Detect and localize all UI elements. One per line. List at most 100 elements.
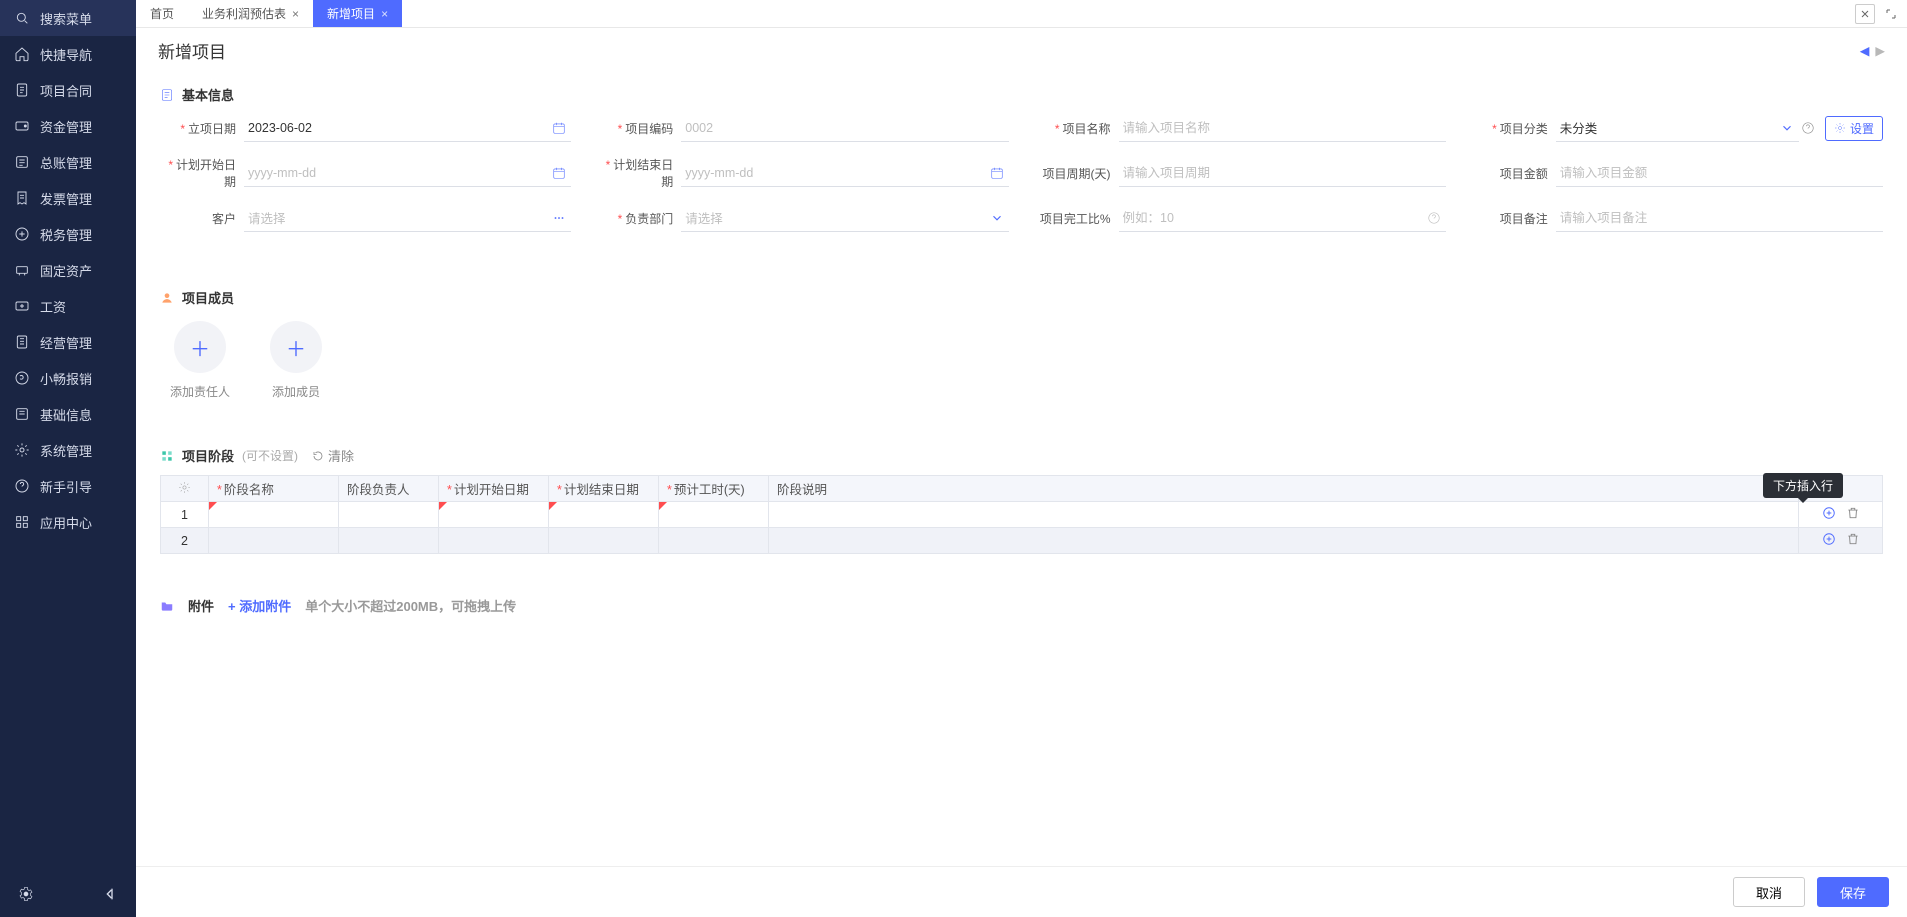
cell-stage-hours[interactable] (659, 502, 769, 528)
sidebar-item-3[interactable]: 资金管理 (0, 108, 136, 144)
label-code: 项目编码 (597, 120, 681, 137)
sidebar-item-label: 资金管理 (40, 117, 92, 136)
insert-row-icon[interactable] (1822, 532, 1836, 549)
close-icon[interactable]: × (381, 7, 388, 21)
doc-icon (14, 82, 30, 98)
add-member-label: 添加成员 (272, 383, 320, 400)
collapse-sidebar-icon[interactable] (102, 886, 118, 905)
folder-icon (160, 599, 174, 613)
input-complete[interactable] (1119, 204, 1446, 232)
settings-icon[interactable] (18, 886, 34, 905)
calendar-icon[interactable] (989, 165, 1005, 181)
sidebar-item-1[interactable]: 快捷导航 (0, 36, 136, 72)
settings-button[interactable]: 设置 (1825, 116, 1883, 141)
more-icon[interactable] (551, 210, 567, 226)
add-owner-button[interactable]: ＋ (174, 321, 226, 373)
cancel-button[interactable]: 取消 (1733, 877, 1805, 907)
cell-stage-owner[interactable] (339, 502, 439, 528)
sidebar-item-7[interactable]: 固定资产 (0, 252, 136, 288)
close-tab-icon[interactable] (1855, 4, 1875, 24)
input-cycle[interactable] (1119, 159, 1446, 187)
delete-row-icon[interactable] (1846, 506, 1860, 523)
chevron-down-icon[interactable] (989, 210, 1005, 226)
attach-hint: 单个大小不超过200MB，可拖拽上传 (305, 596, 516, 615)
cell-stage-end[interactable] (549, 502, 659, 528)
sidebar-item-6[interactable]: 税务管理 (0, 216, 136, 252)
sidebar-item-11[interactable]: 基础信息 (0, 396, 136, 432)
sidebar-item-12[interactable]: 系统管理 (0, 432, 136, 468)
sidebar-item-2[interactable]: 项目合同 (0, 72, 136, 108)
home-icon (14, 46, 30, 62)
input-amount[interactable] (1556, 159, 1883, 187)
th-stage-desc: 阶段说明 (769, 476, 1799, 502)
input-remark[interactable] (1556, 204, 1883, 232)
row-number: 1 (161, 502, 209, 528)
cell-stage-start[interactable] (439, 528, 549, 554)
prev-record-icon[interactable]: ◀ (1860, 43, 1870, 58)
apps-icon (14, 514, 30, 530)
th-stage-name: 阶段名称 (209, 476, 339, 502)
calendar-icon[interactable] (551, 165, 567, 181)
calendar-icon[interactable] (551, 120, 567, 136)
delete-row-icon[interactable] (1846, 532, 1860, 549)
sidebar-item-label: 快捷导航 (40, 45, 92, 64)
th-stage-hours: 预计工时(天) (659, 476, 769, 502)
salary-icon (14, 298, 30, 314)
label-name: 项目名称 (1035, 120, 1119, 137)
cell-stage-desc[interactable] (769, 502, 1799, 528)
table-row[interactable]: 1 (161, 502, 1883, 528)
help-icon[interactable] (1799, 121, 1817, 135)
invoice-icon (14, 190, 30, 206)
label-remark: 项目备注 (1472, 210, 1556, 227)
label-category: 项目分类 (1472, 120, 1556, 137)
save-button[interactable]: 保存 (1817, 877, 1889, 907)
panel-basic-title: 基本信息 (182, 85, 234, 104)
sidebar-item-9[interactable]: 经营管理 (0, 324, 136, 360)
cell-stage-end[interactable] (549, 528, 659, 554)
cell-stage-start[interactable] (439, 502, 549, 528)
sidebar-item-8[interactable]: 工资 (0, 288, 136, 324)
sidebar: 搜索菜单快捷导航项目合同资金管理总账管理发票管理税务管理固定资产工资经营管理小畅… (0, 0, 136, 917)
tab-bar: 首页业务利润预估表×新增项目× (136, 0, 1907, 28)
sidebar-item-14[interactable]: 应用中心 (0, 504, 136, 540)
select-category[interactable]: 未分类 (1556, 114, 1799, 142)
cell-stage-name[interactable] (209, 502, 339, 528)
reimburse-icon (14, 370, 30, 386)
fullscreen-icon[interactable] (1881, 4, 1901, 24)
clear-stages-button[interactable]: 清除 (312, 446, 354, 465)
sidebar-item-5[interactable]: 发票管理 (0, 180, 136, 216)
table-row[interactable]: 2 (161, 528, 1883, 554)
sidebar-item-0[interactable]: 搜索菜单 (0, 0, 136, 36)
next-record-icon[interactable]: ▶ (1875, 43, 1885, 58)
sidebar-item-10[interactable]: 小畅报销 (0, 360, 136, 396)
cell-stage-name[interactable] (209, 528, 339, 554)
sidebar-item-4[interactable]: 总账管理 (0, 144, 136, 180)
cell-stage-hours[interactable] (659, 528, 769, 554)
sidebar-item-label: 经营管理 (40, 333, 92, 352)
input-code[interactable] (681, 114, 1008, 142)
input-plan-start[interactable] (244, 159, 571, 187)
info-icon (14, 406, 30, 422)
sidebar-item-label: 工资 (40, 297, 66, 316)
row-number: 2 (161, 528, 209, 554)
close-icon[interactable]: × (292, 7, 299, 21)
input-create-date[interactable] (244, 114, 571, 142)
cell-stage-owner[interactable] (339, 528, 439, 554)
input-plan-end[interactable] (681, 159, 1008, 187)
tab-2[interactable]: 新增项目× (313, 0, 402, 27)
add-attachment-button[interactable]: + 添加附件 (228, 596, 291, 615)
sidebar-item-13[interactable]: 新手引导 (0, 468, 136, 504)
tab-0[interactable]: 首页 (136, 0, 188, 27)
input-name[interactable] (1119, 114, 1446, 142)
sidebar-item-label: 系统管理 (40, 441, 92, 460)
chevron-down-icon[interactable] (1779, 120, 1795, 136)
tab-1[interactable]: 业务利润预估表× (188, 0, 313, 27)
select-customer[interactable]: 请选择 (244, 204, 571, 232)
cell-stage-desc[interactable] (769, 528, 1799, 554)
gear-icon[interactable] (178, 483, 191, 497)
add-owner-label: 添加责任人 (170, 383, 230, 400)
help-icon[interactable] (1426, 210, 1442, 226)
add-member-button[interactable]: ＋ (270, 321, 322, 373)
insert-row-icon[interactable] (1822, 506, 1836, 523)
select-dept[interactable]: 请选择 (681, 204, 1008, 232)
